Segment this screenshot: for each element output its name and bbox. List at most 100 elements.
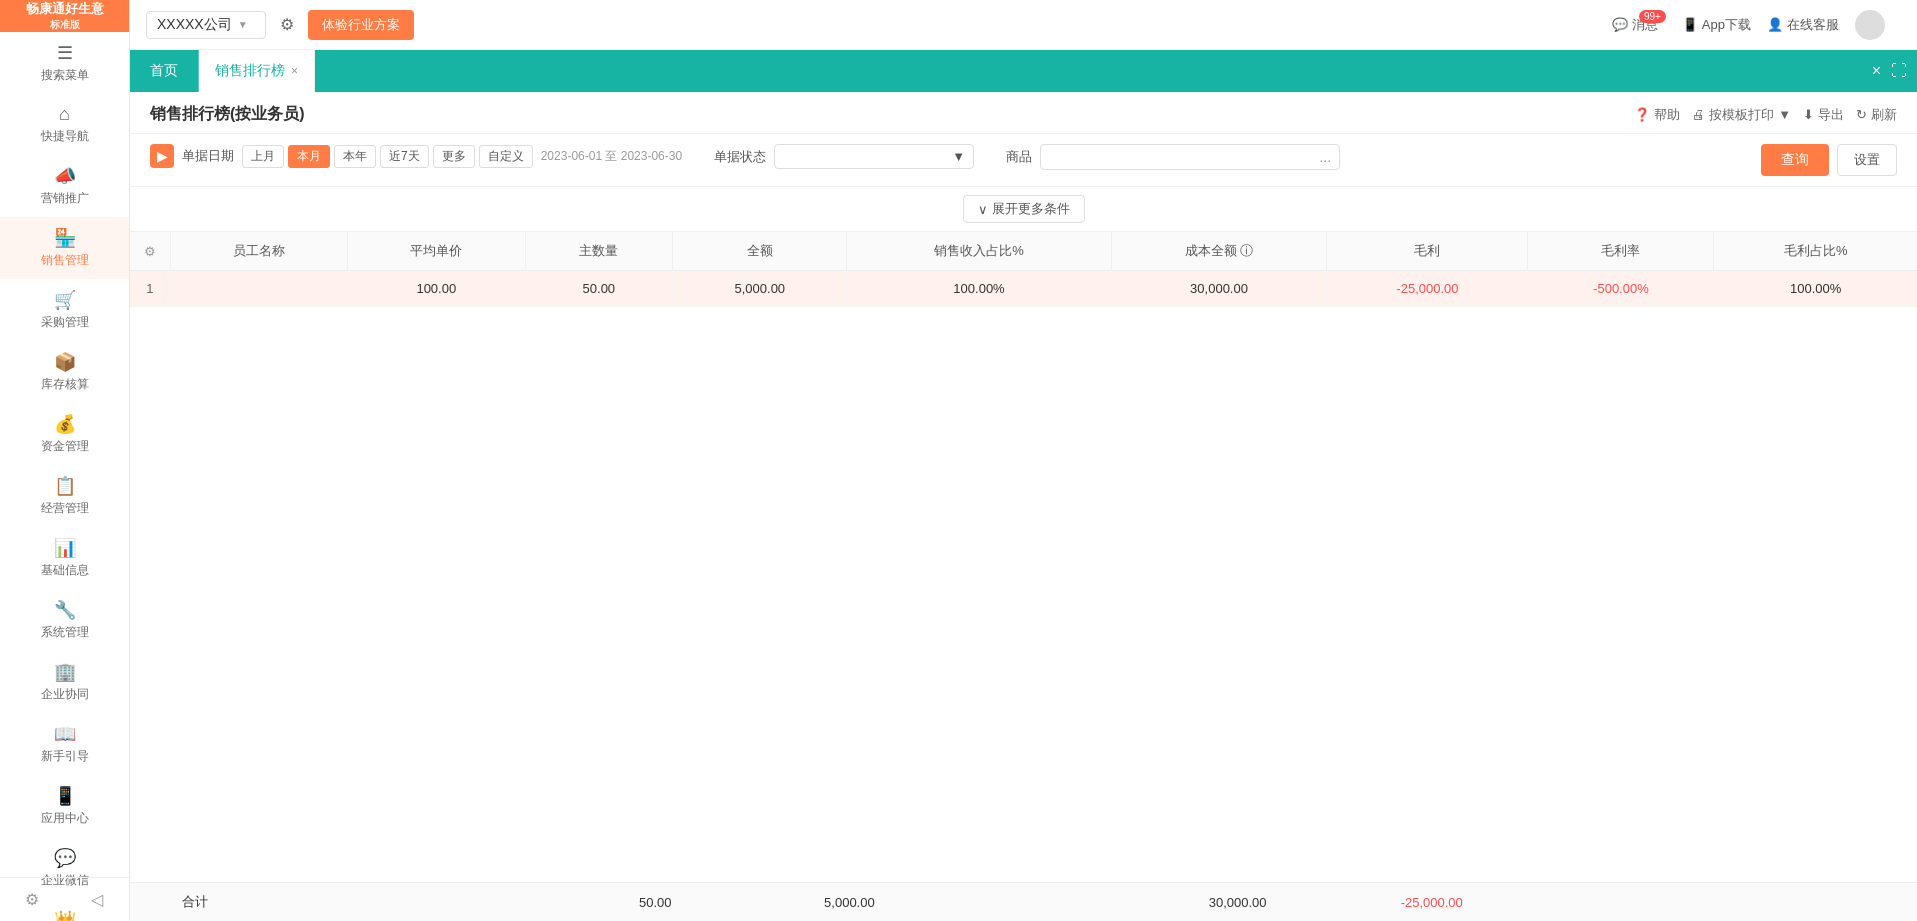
date-current-month-button[interactable]: 本月	[288, 145, 330, 168]
date-more-button[interactable]: 更多	[433, 145, 475, 168]
message-badge: 99+	[1639, 10, 1666, 23]
sidebar-item-basic[interactable]: 📊 基础信息	[0, 527, 129, 589]
col-sales-pct-header: 销售收入占比%	[847, 232, 1111, 271]
template-print-label: 按模板打印	[1709, 106, 1774, 124]
sidebar-item-finance[interactable]: 💰 资金管理	[0, 403, 129, 465]
column-settings-icon[interactable]: ⚙	[144, 244, 156, 259]
tab-home-label: 首页	[150, 62, 178, 80]
refresh-icon: ↻	[1856, 107, 1867, 122]
main-content: XXXXX公司 ▼ ⚙ 体验行业方案 💬 消息 99+ 📱 App下载 👤 在线…	[130, 0, 1917, 921]
window-expand-icon[interactable]: ⛶	[1891, 62, 1907, 80]
table-row: 1 100.00 50.00 5,000.00 100.00% 30,000.0…	[130, 271, 1917, 307]
data-table: ⚙ 员工名称 平均单价 主数量	[130, 232, 1917, 307]
sidebar-item-system[interactable]: 🔧 系统管理	[0, 589, 129, 651]
goods-input[interactable]: ...	[1040, 144, 1340, 170]
goods-more-icon[interactable]: ...	[1319, 149, 1331, 165]
footer-row: 合计 50.00 5,000.00 30,000.00 -25,000.00	[130, 893, 1917, 911]
sidebar-item-label: 系统管理	[41, 624, 89, 641]
date-prev-month-button[interactable]: 上月	[242, 145, 284, 168]
col-profit-pct-header: 毛利占比%	[1714, 232, 1917, 271]
template-print-button[interactable]: 🖨 按模板打印 ▼	[1692, 106, 1791, 124]
query-button[interactable]: 查询	[1761, 144, 1829, 176]
date-custom-button[interactable]: 自定义	[479, 145, 533, 168]
sidebar-item-enterprise[interactable]: 🏢 企业协同	[0, 651, 129, 713]
logo-title: 畅康通好生意	[26, 0, 104, 18]
sidebar-item-purchase[interactable]: 🛒 采购管理	[0, 279, 129, 341]
sidebar-item-sales[interactable]: 🏪 销售管理	[0, 217, 129, 279]
cell-sales-pct: 100.00%	[847, 271, 1111, 307]
sidebar-item-shortcut[interactable]: ⌂ 快捷导航	[0, 94, 129, 155]
col-main-qty-header: 主数量	[525, 232, 673, 271]
export-label: 导出	[1818, 106, 1844, 124]
message-icon: 💬	[1612, 17, 1628, 32]
refresh-label: 刷新	[1871, 106, 1897, 124]
col-settings-header[interactable]: ⚙	[130, 232, 170, 271]
app-download-button[interactable]: 📱 App下载	[1682, 16, 1751, 34]
col-cost-header: 成本全额 ⓘ	[1111, 232, 1327, 271]
export-button[interactable]: ⬇ 导出	[1803, 106, 1844, 124]
sidebar-item-marketing[interactable]: 📣 营销推广	[0, 155, 129, 217]
logo-subtitle: 标准版	[50, 18, 80, 32]
avatar[interactable]	[1855, 10, 1885, 40]
date-filter-label: 单据日期	[182, 147, 234, 165]
col-profit-rate-header: 毛利率	[1528, 232, 1714, 271]
status-select[interactable]: ▼	[774, 144, 974, 169]
sidebar-item-label: 营销推广	[41, 190, 89, 207]
tab-sales-ranking[interactable]: 销售排行榜 ×	[199, 50, 315, 92]
trial-button[interactable]: 体验行业方案	[308, 10, 414, 40]
goods-filter-label: 商品	[1006, 148, 1032, 166]
filter-toggle-button[interactable]: ▶	[150, 144, 174, 168]
sidebar: 畅康通好生意 标准版 ☰ 搜索菜单 ⌂ 快捷导航 📣 营销推广 🏪 销售管理 🛒…	[0, 0, 130, 921]
settings-button[interactable]: 设置	[1837, 144, 1897, 176]
sidebar-item-guide[interactable]: 📖 新手引导	[0, 713, 129, 775]
tabbar: 首页 销售排行榜 × × ⛶	[130, 50, 1917, 92]
apps-icon: 📱	[54, 785, 76, 807]
help-icon: ❓	[1634, 107, 1650, 122]
sidebar-collapse-button[interactable]: ◁	[65, 878, 130, 921]
col-total-header: 全额	[673, 232, 847, 271]
window-close-icon[interactable]: ×	[1872, 62, 1881, 80]
cell-name	[170, 271, 348, 307]
app-logo: 畅康通好生意 标准版	[0, 0, 129, 32]
more-conditions-bar: ∨ 展开更多条件	[130, 187, 1917, 232]
page-actions: ❓ 帮助 🖨 按模板打印 ▼ ⬇ 导出 ↻ 刷新	[1634, 106, 1897, 124]
cell-total: 5,000.00	[673, 271, 847, 307]
table-footer: 合计 50.00 5,000.00 30,000.00 -25,000.00	[130, 882, 1917, 921]
sidebar-item-label: 新手引导	[41, 748, 89, 765]
tab-close-icon[interactable]: ×	[291, 64, 298, 78]
tab-home[interactable]: 首页	[130, 50, 199, 92]
sidebar-item-operations[interactable]: 📋 经营管理	[0, 465, 129, 527]
home-icon: ⌂	[59, 104, 70, 125]
col-profit-header: 毛利	[1327, 232, 1528, 271]
date-year-button[interactable]: 本年	[334, 145, 376, 168]
sidebar-item-label: 采购管理	[41, 314, 89, 331]
col-name-header: 员工名称	[170, 232, 348, 271]
template-dropdown-icon: ▼	[1778, 107, 1791, 122]
footer-cost: 30,000.00	[1141, 895, 1335, 910]
sidebar-bottom: ⚙ ◁	[0, 877, 129, 921]
message-button[interactable]: 💬 消息 99+	[1612, 16, 1658, 34]
date-7days-button[interactable]: 近7天	[380, 145, 429, 168]
topbar-settings-icon[interactable]: ⚙	[280, 15, 294, 34]
app-download-icon: 📱	[1682, 17, 1698, 32]
tabbar-right: × ⛶	[1872, 62, 1917, 80]
footer-profit: -25,000.00	[1335, 895, 1529, 910]
cell-profit-rate: -500.00%	[1528, 271, 1714, 307]
finance-icon: 💰	[54, 413, 76, 435]
online-service-button[interactable]: 👤 在线客服	[1767, 16, 1839, 34]
operations-icon: 📋	[54, 475, 76, 497]
sidebar-item-label: 销售管理	[41, 252, 89, 269]
data-table-container: ⚙ 员工名称 平均单价 主数量	[130, 232, 1917, 882]
page-inner: 销售排行榜(按业务员) ❓ 帮助 🖨 按模板打印 ▼ ⬇ 导出	[130, 92, 1917, 921]
sidebar-item-inventory[interactable]: 📦 库存核算	[0, 341, 129, 403]
refresh-button[interactable]: ↻ 刷新	[1856, 106, 1897, 124]
sales-icon: 🏪	[54, 227, 76, 249]
sidebar-item-search[interactable]: ☰ 搜索菜单	[0, 32, 129, 94]
sidebar-item-apps[interactable]: 📱 应用中心	[0, 775, 129, 837]
help-button[interactable]: ❓ 帮助	[1634, 106, 1680, 124]
expand-conditions-button[interactable]: ∨ 展开更多条件	[963, 195, 1085, 223]
sidebar-settings-button[interactable]: ⚙	[0, 878, 65, 921]
footer-total: 5,000.00	[752, 895, 946, 910]
status-filter-label: 单据状态	[714, 148, 766, 166]
company-selector[interactable]: XXXXX公司 ▼	[146, 11, 266, 39]
